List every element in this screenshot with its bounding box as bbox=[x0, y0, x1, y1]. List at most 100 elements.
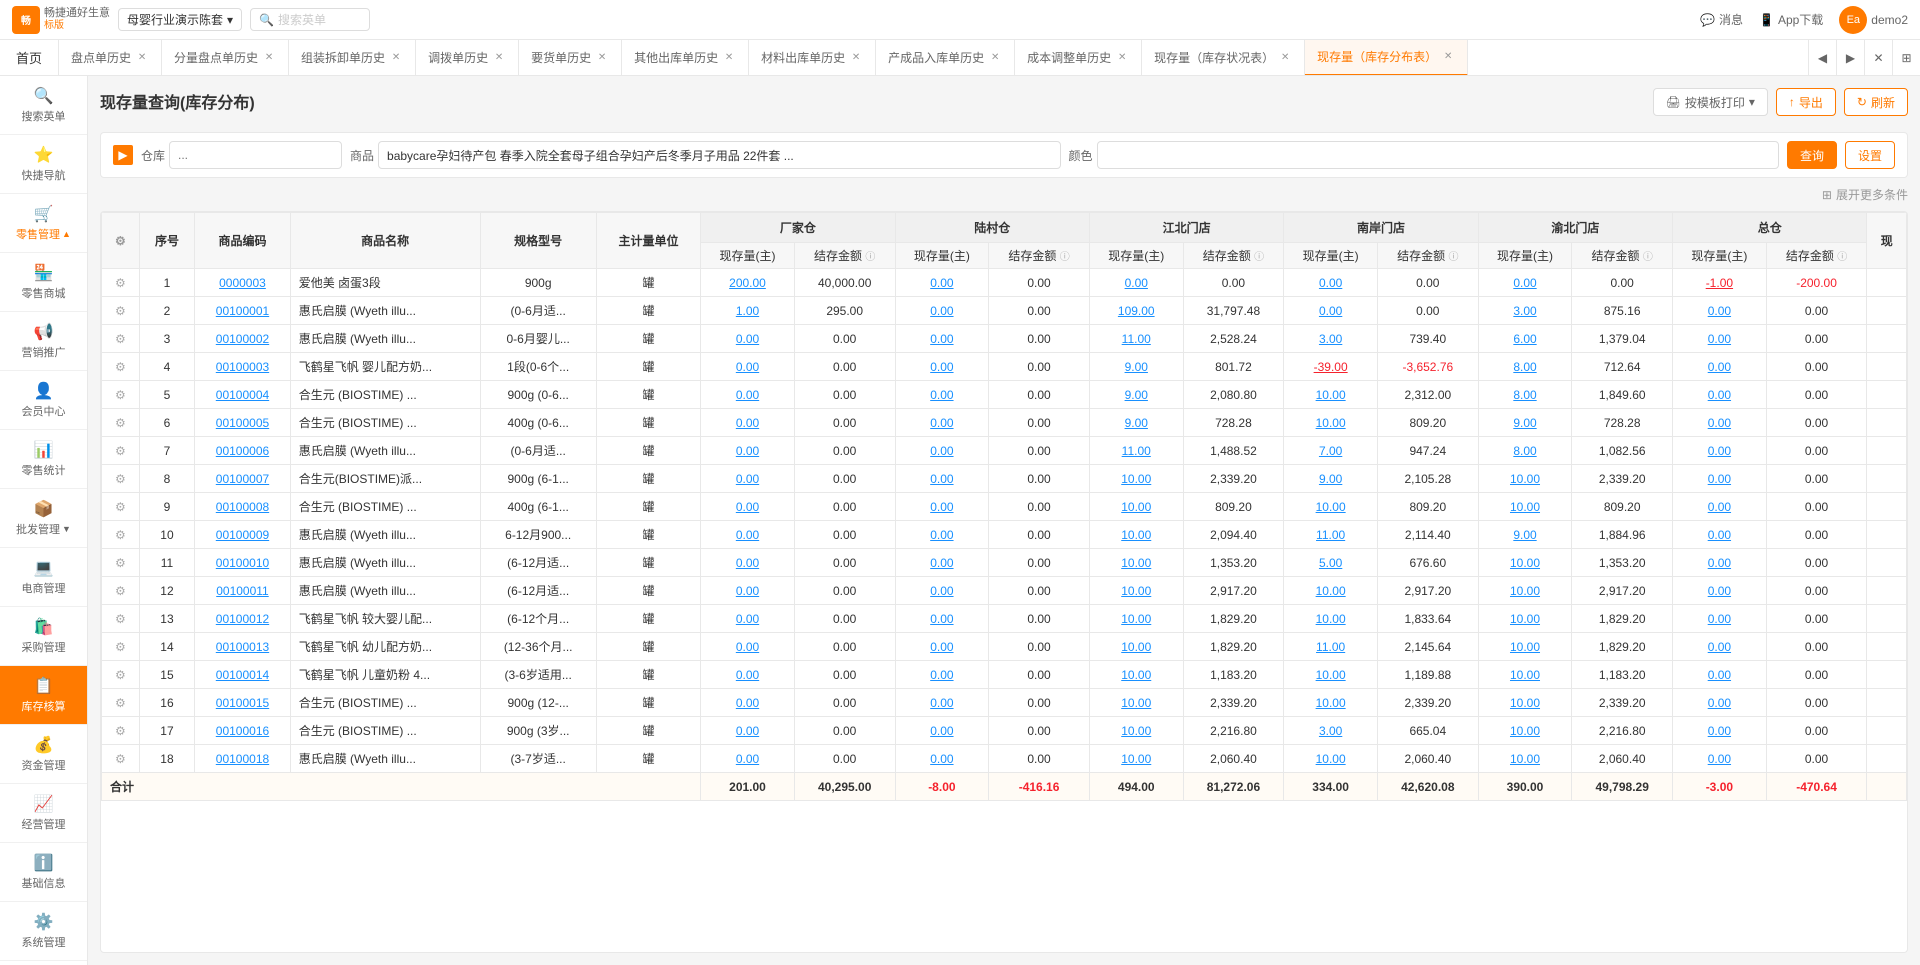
row-l-qty[interactable]: 0.00 bbox=[895, 633, 989, 661]
tab-close-request[interactable]: ✕ bbox=[595, 51, 609, 65]
row-code[interactable]: 00100002 bbox=[195, 325, 290, 353]
row-total-qty[interactable]: 0.00 bbox=[1673, 493, 1767, 521]
tab-close-other-out[interactable]: ✕ bbox=[722, 51, 736, 65]
row-jb-qty[interactable]: 10.00 bbox=[1089, 465, 1183, 493]
sidebar-item-retail-mgmt[interactable]: 🛒 零售管理 ▲ bbox=[0, 194, 87, 253]
row-gear[interactable]: ⚙ bbox=[102, 717, 140, 745]
tab-close-inventory-check[interactable]: ✕ bbox=[135, 51, 149, 65]
tab-home[interactable]: 首页 bbox=[0, 40, 59, 76]
row-gear[interactable]: ⚙ bbox=[102, 549, 140, 577]
row-f-qty[interactable]: 0.00 bbox=[701, 689, 795, 717]
row-jb-qty[interactable]: 0.00 bbox=[1089, 269, 1183, 297]
row-code[interactable]: 00100018 bbox=[195, 745, 290, 773]
row-f-qty[interactable]: 0.00 bbox=[701, 409, 795, 437]
row-gear[interactable]: ⚙ bbox=[102, 381, 140, 409]
row-code[interactable]: 00100007 bbox=[195, 465, 290, 493]
row-code[interactable]: 00100012 bbox=[195, 605, 290, 633]
row-gear[interactable]: ⚙ bbox=[102, 521, 140, 549]
row-yb-qty[interactable]: 10.00 bbox=[1478, 605, 1572, 633]
row-jb-qty[interactable]: 10.00 bbox=[1089, 689, 1183, 717]
row-yb-qty[interactable]: 10.00 bbox=[1478, 493, 1572, 521]
tab-close-stock-dist[interactable]: ✕ bbox=[1441, 50, 1455, 64]
row-yb-qty[interactable]: 10.00 bbox=[1478, 633, 1572, 661]
expand-btn[interactable]: ⊞ 展开更多条件 bbox=[1822, 186, 1908, 203]
row-code[interactable]: 00100004 bbox=[195, 381, 290, 409]
row-f-qty[interactable]: 0.00 bbox=[701, 745, 795, 773]
row-l-qty[interactable]: 0.00 bbox=[895, 661, 989, 689]
row-f-qty[interactable]: 0.00 bbox=[701, 381, 795, 409]
tab-split-check[interactable]: 分量盘点单历史 ✕ bbox=[162, 40, 289, 76]
row-gear[interactable]: ⚙ bbox=[102, 297, 140, 325]
sidebar-item-marketing[interactable]: 📢 营销推广 bbox=[0, 312, 87, 371]
row-total-qty[interactable]: 0.00 bbox=[1673, 325, 1767, 353]
query-btn[interactable]: 查询 bbox=[1787, 141, 1837, 169]
row-total-qty[interactable]: 0.00 bbox=[1673, 353, 1767, 381]
gear-icon[interactable]: ⚙ bbox=[115, 234, 126, 248]
row-gear[interactable]: ⚙ bbox=[102, 577, 140, 605]
row-jb-qty[interactable]: 10.00 bbox=[1089, 633, 1183, 661]
print-btn[interactable]: 🖨 按模板打印 ▾ bbox=[1653, 88, 1768, 116]
tab-next-btn[interactable]: ▶ bbox=[1836, 40, 1864, 76]
info-icon-6[interactable]: ⓘ bbox=[1837, 252, 1847, 263]
row-gear[interactable]: ⚙ bbox=[102, 409, 140, 437]
sidebar-item-member[interactable]: 👤 会员中心 bbox=[0, 371, 87, 430]
color-input[interactable] bbox=[1097, 141, 1779, 169]
row-l-qty[interactable]: 0.00 bbox=[895, 325, 989, 353]
row-yb-qty[interactable]: 3.00 bbox=[1478, 297, 1572, 325]
sidebar-item-inventory[interactable]: 📋 库存核算 bbox=[0, 666, 87, 725]
goods-input[interactable] bbox=[378, 141, 1060, 169]
row-na-qty[interactable]: 0.00 bbox=[1284, 269, 1378, 297]
sidebar-item-search[interactable]: 🔍 搜索英单 bbox=[0, 76, 87, 135]
row-gear[interactable]: ⚙ bbox=[102, 493, 140, 521]
row-l-qty[interactable]: 0.00 bbox=[895, 689, 989, 717]
row-gear[interactable]: ⚙ bbox=[102, 633, 140, 661]
row-total-qty[interactable]: 0.00 bbox=[1673, 661, 1767, 689]
tab-expand-btn[interactable]: ⊞ bbox=[1892, 40, 1920, 76]
tab-alloc-history[interactable]: 调拨单历史 ✕ bbox=[416, 40, 519, 76]
row-jb-qty[interactable]: 109.00 bbox=[1089, 297, 1183, 325]
row-l-qty[interactable]: 0.00 bbox=[895, 409, 989, 437]
tab-cost-adjust[interactable]: 成本调整单历史 ✕ bbox=[1015, 40, 1142, 76]
row-code[interactable]: 00100009 bbox=[195, 521, 290, 549]
row-na-qty[interactable]: 10.00 bbox=[1284, 577, 1378, 605]
row-f-qty[interactable]: 200.00 bbox=[701, 269, 795, 297]
row-na-qty[interactable]: 5.00 bbox=[1284, 549, 1378, 577]
row-na-qty[interactable]: 3.00 bbox=[1284, 325, 1378, 353]
row-na-qty[interactable]: 3.00 bbox=[1284, 717, 1378, 745]
row-l-qty[interactable]: 0.00 bbox=[895, 465, 989, 493]
tab-close-material-out[interactable]: ✕ bbox=[849, 51, 863, 65]
row-jb-qty[interactable]: 9.00 bbox=[1089, 353, 1183, 381]
row-f-qty[interactable]: 0.00 bbox=[701, 465, 795, 493]
app-download-btn[interactable]: 📱 App下载 bbox=[1759, 11, 1823, 28]
tab-stock-dist[interactable]: 现存量（库存分布表） ✕ bbox=[1305, 40, 1468, 76]
row-l-qty[interactable]: 0.00 bbox=[895, 549, 989, 577]
info-icon-4[interactable]: ⓘ bbox=[1448, 252, 1458, 263]
row-l-qty[interactable]: 0.00 bbox=[895, 605, 989, 633]
message-btn[interactable]: 💬 消息 bbox=[1700, 11, 1743, 28]
row-total-qty[interactable]: 0.00 bbox=[1673, 521, 1767, 549]
row-yb-qty[interactable]: 9.00 bbox=[1478, 521, 1572, 549]
row-code[interactable]: 00100010 bbox=[195, 549, 290, 577]
row-total-qty[interactable]: 0.00 bbox=[1673, 745, 1767, 773]
info-icon-5[interactable]: ⓘ bbox=[1643, 252, 1653, 263]
row-yb-qty[interactable]: 0.00 bbox=[1478, 269, 1572, 297]
row-f-qty[interactable]: 0.00 bbox=[701, 493, 795, 521]
tab-close-stock-status[interactable]: ✕ bbox=[1278, 51, 1292, 65]
row-na-qty[interactable]: 10.00 bbox=[1284, 661, 1378, 689]
row-gear[interactable]: ⚙ bbox=[102, 661, 140, 689]
row-total-qty[interactable]: 0.00 bbox=[1673, 437, 1767, 465]
row-l-qty[interactable]: 0.00 bbox=[895, 493, 989, 521]
sidebar-item-enterprise[interactable]: 🤝 企业协同 bbox=[0, 961, 87, 965]
row-gear[interactable]: ⚙ bbox=[102, 689, 140, 717]
tab-request-history[interactable]: 要货单历史 ✕ bbox=[519, 40, 622, 76]
row-na-qty[interactable]: -39.00 bbox=[1284, 353, 1378, 381]
row-l-qty[interactable]: 0.00 bbox=[895, 521, 989, 549]
export-btn[interactable]: ↑ 导出 bbox=[1776, 88, 1836, 116]
info-icon-3[interactable]: ⓘ bbox=[1254, 252, 1264, 263]
row-jb-qty[interactable]: 10.00 bbox=[1089, 605, 1183, 633]
sidebar-item-finance[interactable]: 💰 资金管理 bbox=[0, 725, 87, 784]
row-yb-qty[interactable]: 10.00 bbox=[1478, 661, 1572, 689]
row-jb-qty[interactable]: 10.00 bbox=[1089, 549, 1183, 577]
row-code[interactable]: 00100003 bbox=[195, 353, 290, 381]
row-jb-qty[interactable]: 10.00 bbox=[1089, 717, 1183, 745]
